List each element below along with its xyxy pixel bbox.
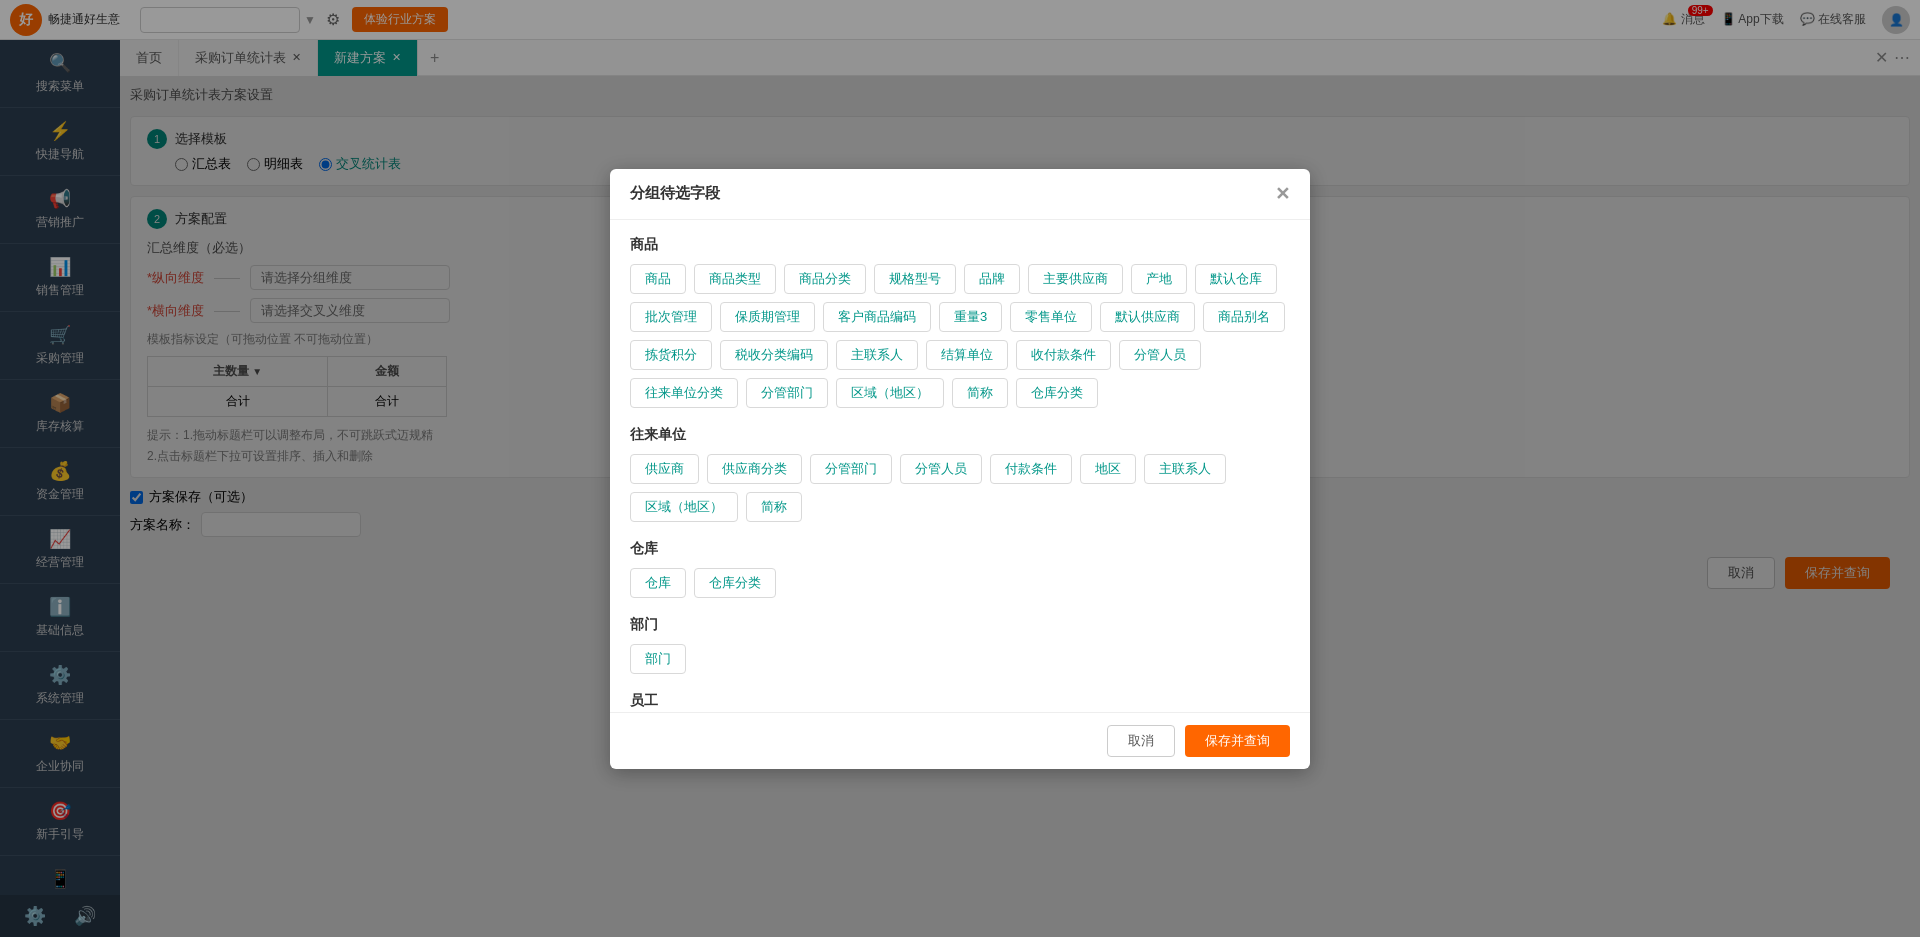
field-tag-0-25[interactable]: 仓库分类	[1016, 378, 1098, 408]
dialog-title: 分组待选字段	[630, 184, 720, 203]
field-grid-0: 商品商品类型商品分类规格型号品牌主要供应商产地默认仓库批次管理保质期管理客户商品…	[630, 264, 1290, 408]
section-title-3: 部门	[630, 616, 1290, 634]
field-tag-0-16[interactable]: 税收分类编码	[720, 340, 828, 370]
field-tag-0-17[interactable]: 主联系人	[836, 340, 918, 370]
field-tag-0-12[interactable]: 零售单位	[1010, 302, 1092, 332]
group-field-dialog: 分组待选字段 ✕ 商品商品商品类型商品分类规格型号品牌主要供应商产地默认仓库批次…	[610, 169, 1310, 769]
field-tag-0-0[interactable]: 商品	[630, 264, 686, 294]
dialog-confirm-btn[interactable]: 保存并查询	[1185, 725, 1290, 757]
dialog-section-2: 仓库仓库仓库分类	[630, 540, 1290, 598]
field-tag-0-11[interactable]: 重量3	[939, 302, 1002, 332]
section-title-4: 员工	[630, 692, 1290, 710]
field-grid-2: 仓库仓库分类	[630, 568, 1290, 598]
section-title-0: 商品	[630, 236, 1290, 254]
field-tag-1-1[interactable]: 供应商分类	[707, 454, 802, 484]
field-tag-0-13[interactable]: 默认供应商	[1100, 302, 1195, 332]
field-tag-3-0[interactable]: 部门	[630, 644, 686, 674]
field-tag-0-2[interactable]: 商品分类	[784, 264, 866, 294]
field-tag-2-0[interactable]: 仓库	[630, 568, 686, 598]
field-tag-1-8[interactable]: 简称	[746, 492, 802, 522]
field-tag-0-14[interactable]: 商品别名	[1203, 302, 1285, 332]
field-tag-1-0[interactable]: 供应商	[630, 454, 699, 484]
field-tag-1-7[interactable]: 区域（地区）	[630, 492, 738, 522]
field-grid-3: 部门	[630, 644, 1290, 674]
field-tag-0-21[interactable]: 往来单位分类	[630, 378, 738, 408]
field-tag-1-4[interactable]: 付款条件	[990, 454, 1072, 484]
field-tag-2-1[interactable]: 仓库分类	[694, 568, 776, 598]
field-tag-0-15[interactable]: 拣货积分	[630, 340, 712, 370]
field-tag-0-5[interactable]: 主要供应商	[1028, 264, 1123, 294]
field-tag-0-20[interactable]: 分管人员	[1119, 340, 1201, 370]
field-tag-1-3[interactable]: 分管人员	[900, 454, 982, 484]
field-tag-0-24[interactable]: 简称	[952, 378, 1008, 408]
field-tag-0-10[interactable]: 客户商品编码	[823, 302, 931, 332]
section-title-2: 仓库	[630, 540, 1290, 558]
field-grid-1: 供应商供应商分类分管部门分管人员付款条件地区主联系人区域（地区） 简称	[630, 454, 1290, 522]
field-tag-0-1[interactable]: 商品类型	[694, 264, 776, 294]
dialog-footer: 取消 保存并查询	[610, 712, 1310, 769]
dialog-section-4: 员工业务员	[630, 692, 1290, 712]
dialog-section-3: 部门部门	[630, 616, 1290, 674]
dialog-cancel-btn[interactable]: 取消	[1107, 725, 1175, 757]
field-tag-0-18[interactable]: 结算单位	[926, 340, 1008, 370]
field-tag-1-2[interactable]: 分管部门	[810, 454, 892, 484]
dialog-section-0: 商品商品商品类型商品分类规格型号品牌主要供应商产地默认仓库批次管理保质期管理客户…	[630, 236, 1290, 408]
dialog-header: 分组待选字段 ✕	[610, 169, 1310, 220]
field-tag-0-3[interactable]: 规格型号	[874, 264, 956, 294]
dialog-body: 商品商品商品类型商品分类规格型号品牌主要供应商产地默认仓库批次管理保质期管理客户…	[610, 220, 1310, 712]
field-tag-0-19[interactable]: 收付款条件	[1016, 340, 1111, 370]
field-tag-0-22[interactable]: 分管部门	[746, 378, 828, 408]
dialog-section-1: 往来单位供应商供应商分类分管部门分管人员付款条件地区主联系人区域（地区） 简称	[630, 426, 1290, 522]
field-tag-1-5[interactable]: 地区	[1080, 454, 1136, 484]
field-tag-0-23[interactable]: 区域（地区）	[836, 378, 944, 408]
field-tag-0-9[interactable]: 保质期管理	[720, 302, 815, 332]
field-tag-0-7[interactable]: 默认仓库	[1195, 264, 1277, 294]
section-title-1: 往来单位	[630, 426, 1290, 444]
field-tag-0-8[interactable]: 批次管理	[630, 302, 712, 332]
field-tag-1-6[interactable]: 主联系人	[1144, 454, 1226, 484]
field-tag-0-6[interactable]: 产地	[1131, 264, 1187, 294]
field-tag-0-4[interactable]: 品牌	[964, 264, 1020, 294]
dialog-close-btn[interactable]: ✕	[1275, 183, 1290, 205]
